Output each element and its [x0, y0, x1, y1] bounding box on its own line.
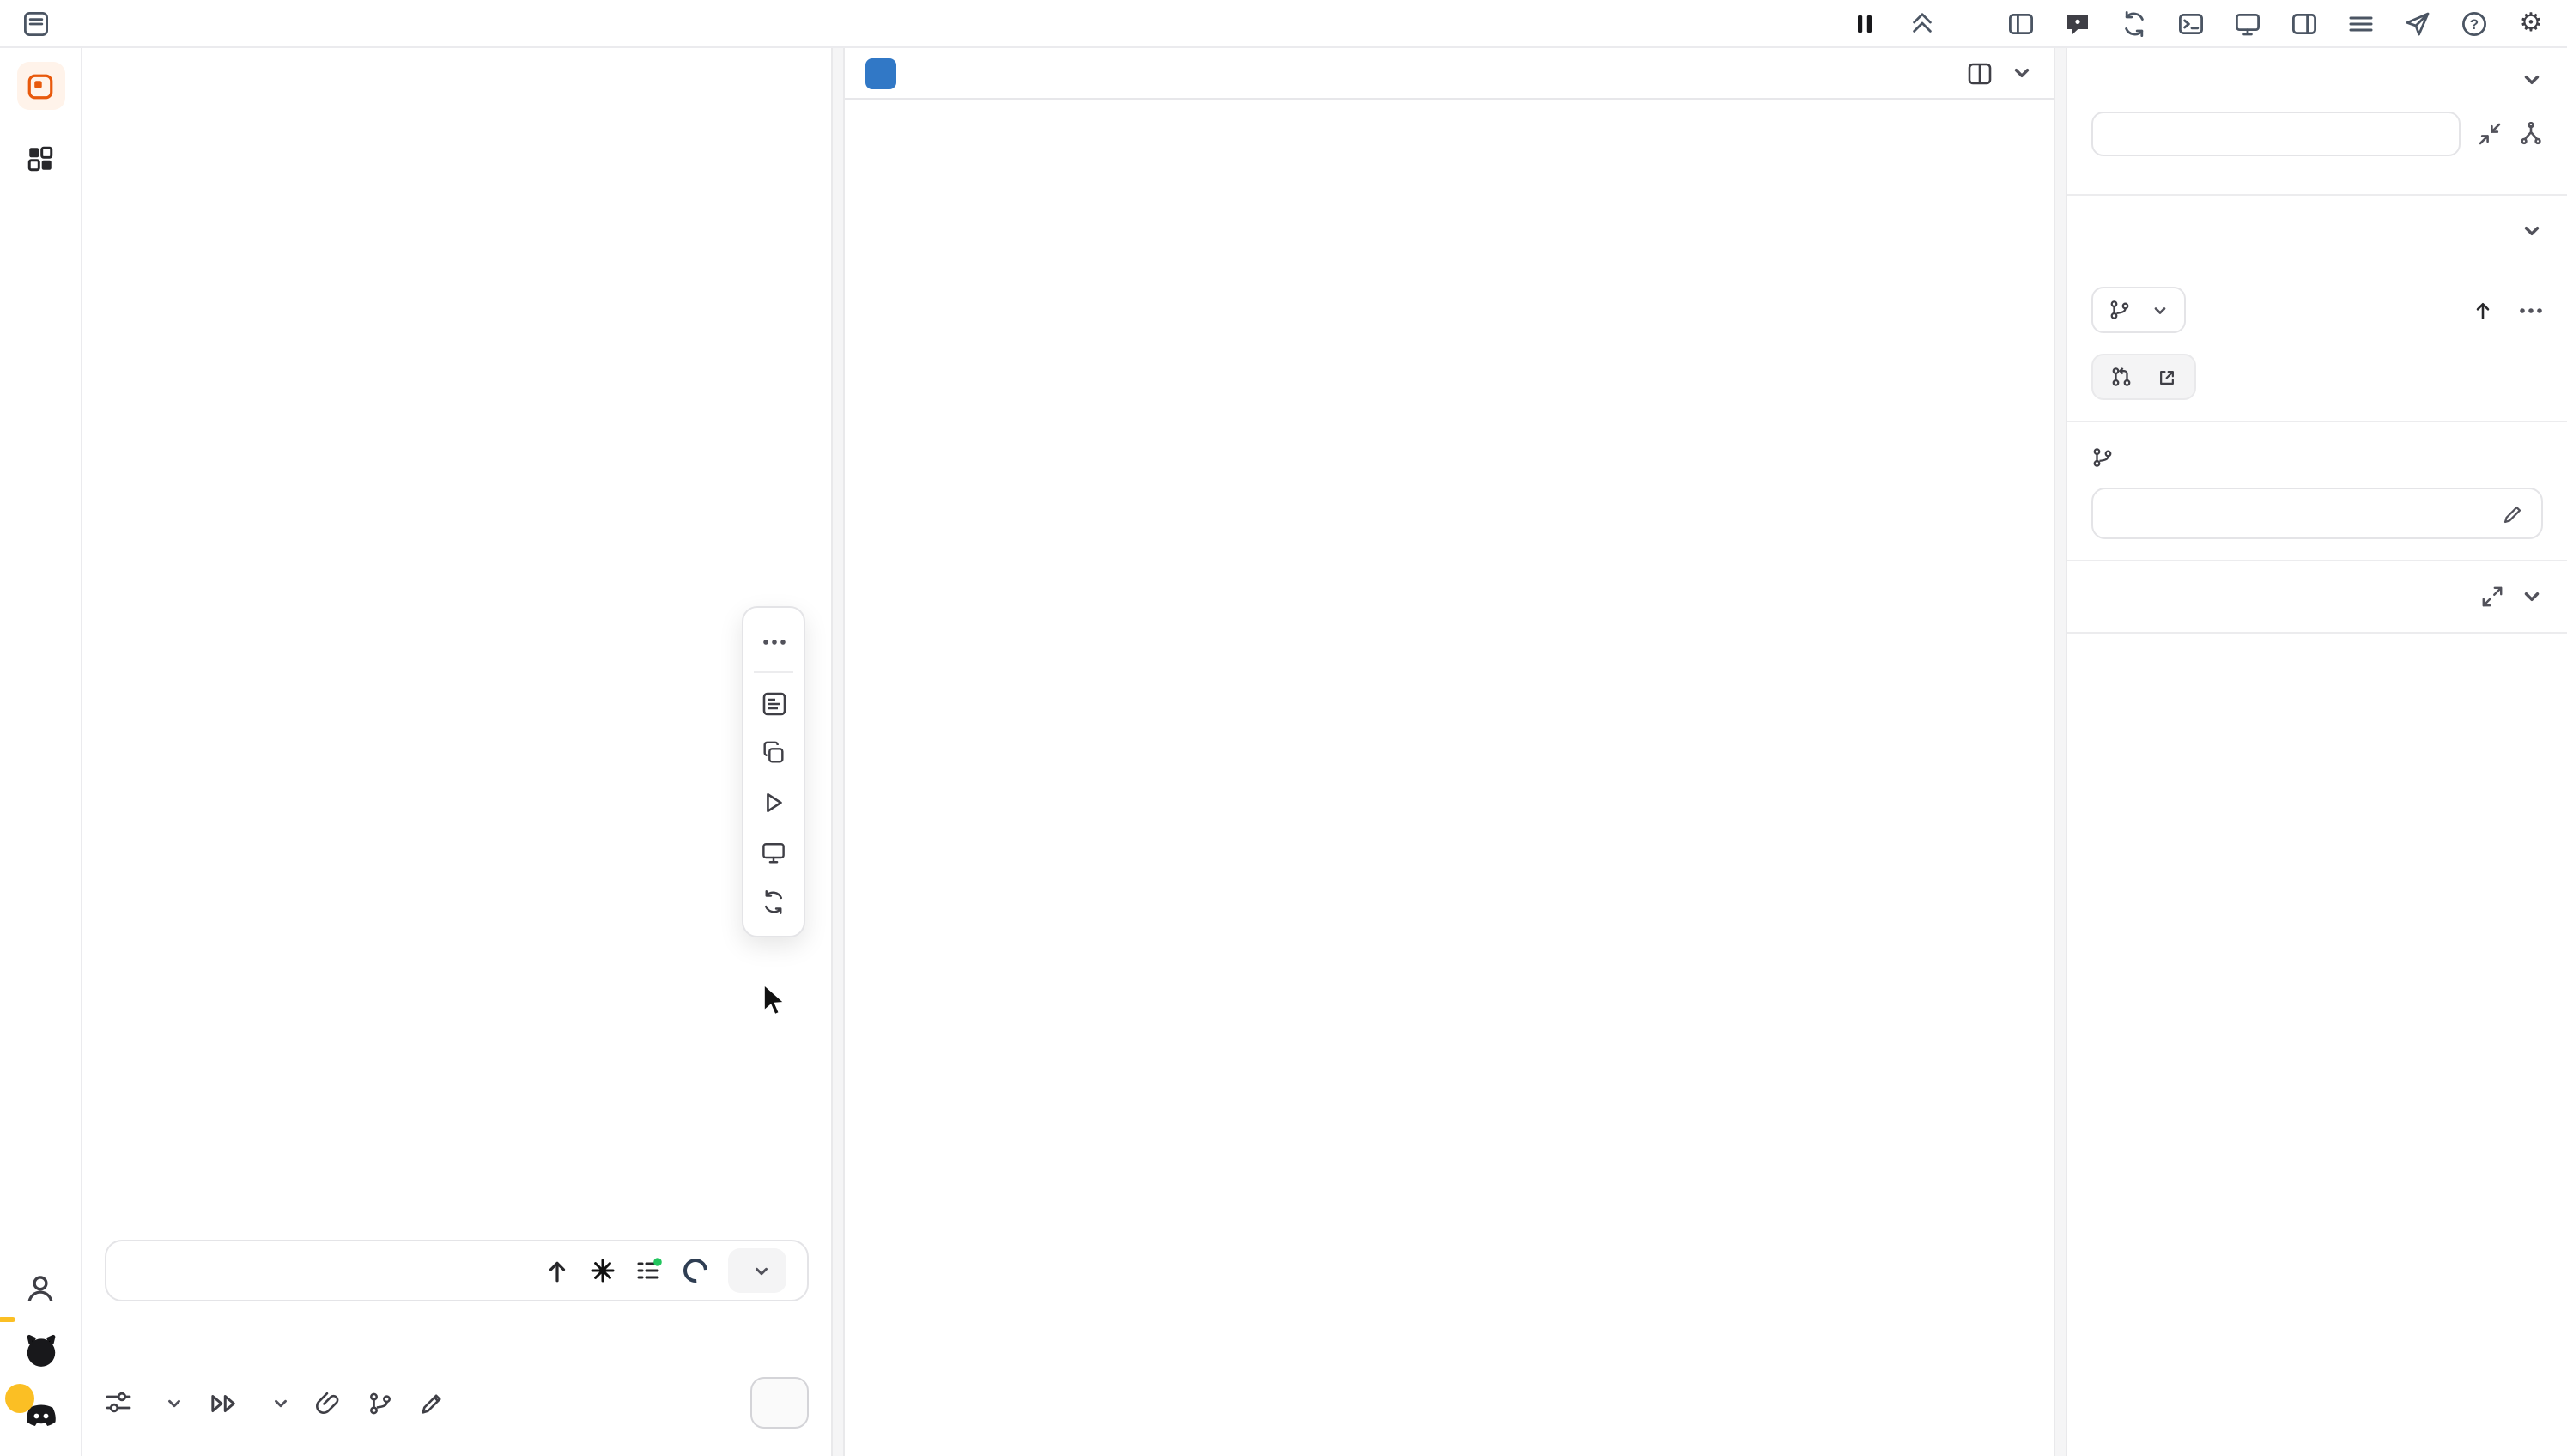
commits-ahead — [2473, 300, 2495, 320]
diff-body — [845, 100, 2054, 1456]
paperclip-icon[interactable] — [316, 1390, 342, 1416]
changes-section-header[interactable] — [2091, 69, 2543, 91]
top-bar: ? ⚙ — [0, 0, 2567, 48]
diff-icon[interactable] — [749, 678, 798, 728]
diff-header — [845, 48, 2054, 100]
git-branch-icon — [2109, 299, 2131, 321]
git-section-header[interactable] — [2091, 220, 2543, 242]
menu-icon[interactable] — [2345, 8, 2376, 39]
message-input[interactable] — [105, 1319, 809, 1374]
model-select[interactable] — [158, 1393, 184, 1412]
composer — [82, 1240, 831, 1456]
chevron-down-icon — [165, 1393, 184, 1412]
monitor-icon[interactable] — [749, 828, 798, 877]
boards-tab-icon[interactable] — [16, 134, 64, 182]
collapse-up-icon[interactable] — [1906, 8, 1937, 39]
arrow-up-icon — [2473, 300, 2493, 320]
compare-icon[interactable] — [749, 877, 798, 927]
git-branch-icon[interactable] — [367, 1390, 393, 1416]
branch-select[interactable] — [2091, 287, 2186, 333]
ts-file-badge — [865, 58, 896, 88]
share-icon[interactable] — [2402, 8, 2433, 39]
mode-select[interactable] — [264, 1393, 290, 1412]
hierarchy-icon[interactable] — [2519, 122, 2543, 146]
pen-icon[interactable] — [419, 1390, 445, 1416]
panel-left-icon[interactable] — [2006, 8, 2036, 39]
gear-icon[interactable]: ⚙ — [2515, 8, 2546, 39]
chat-transcript — [82, 48, 831, 1240]
version-select[interactable] — [728, 1248, 786, 1293]
app-window: ? ⚙ — [0, 0, 2567, 1456]
panel-resizer[interactable] — [831, 48, 845, 1456]
pause-button[interactable] — [1849, 8, 1880, 39]
chevron-down-icon — [2151, 301, 2169, 318]
chevron-down-icon[interactable] — [2521, 585, 2543, 608]
account-icon[interactable] — [24, 1272, 57, 1305]
todos-status-icon[interactable] — [635, 1257, 663, 1284]
working-branch-header — [2091, 446, 2543, 469]
svg-text:?: ? — [2470, 15, 2479, 32]
working-branch-field[interactable] — [2091, 488, 2543, 539]
collapse-tree-icon[interactable] — [2478, 122, 2502, 146]
send-button[interactable] — [750, 1377, 809, 1429]
hover-toolbar — [742, 606, 805, 937]
open-pr-button[interactable] — [2091, 354, 2196, 400]
discord-badge — [4, 1384, 33, 1413]
tune-icon[interactable] — [105, 1389, 132, 1417]
chevron-down-icon — [752, 1261, 771, 1280]
panel-right-icon[interactable] — [2289, 8, 2320, 39]
pull-request-icon — [2110, 366, 2133, 388]
pencil-icon[interactable] — [2502, 502, 2524, 525]
github-icon[interactable] — [21, 1332, 59, 1370]
monitor-icon[interactable] — [2232, 8, 2263, 39]
diff-panel — [845, 48, 2054, 1456]
more-icon[interactable] — [749, 616, 798, 666]
copy-icon[interactable] — [749, 728, 798, 778]
diff-status-card — [105, 1240, 809, 1301]
chat-panel — [82, 48, 831, 1456]
terminal-section-header[interactable] — [2091, 585, 2543, 608]
terminal-icon[interactable] — [2176, 8, 2206, 39]
spark-icon[interactable] — [591, 1259, 615, 1283]
git-branch-icon — [2091, 446, 2114, 469]
discord-icon[interactable] — [21, 1398, 59, 1435]
panel-resizer[interactable] — [2054, 48, 2067, 1456]
chevron-down-icon[interactable] — [2521, 220, 2543, 242]
github-stars-badge — [0, 1317, 15, 1322]
agent-tab-icon[interactable] — [16, 62, 64, 110]
git-compare-icon[interactable] — [2119, 8, 2150, 39]
split-view-icon[interactable] — [1966, 59, 1994, 87]
chevron-down-icon — [271, 1393, 290, 1412]
chat-bubble-icon[interactable] — [2062, 8, 2093, 39]
fast-forward-icon[interactable] — [209, 1390, 239, 1416]
more-icon[interactable] — [2519, 306, 2543, 313]
right-sidebar — [2067, 48, 2567, 1456]
external-link-icon — [2157, 367, 2177, 387]
help-icon[interactable]: ? — [2459, 8, 2490, 39]
journal-icon[interactable] — [21, 8, 52, 39]
chevron-down-icon[interactable] — [2521, 69, 2543, 91]
left-rail — [0, 48, 82, 1456]
chevron-down-icon[interactable] — [2011, 62, 2033, 84]
search-files-input[interactable] — [2091, 112, 2461, 156]
arrow-up-icon[interactable] — [544, 1258, 570, 1283]
play-icon[interactable] — [749, 778, 798, 828]
loading-spinner — [678, 1253, 712, 1287]
expand-icon[interactable] — [2481, 585, 2503, 608]
